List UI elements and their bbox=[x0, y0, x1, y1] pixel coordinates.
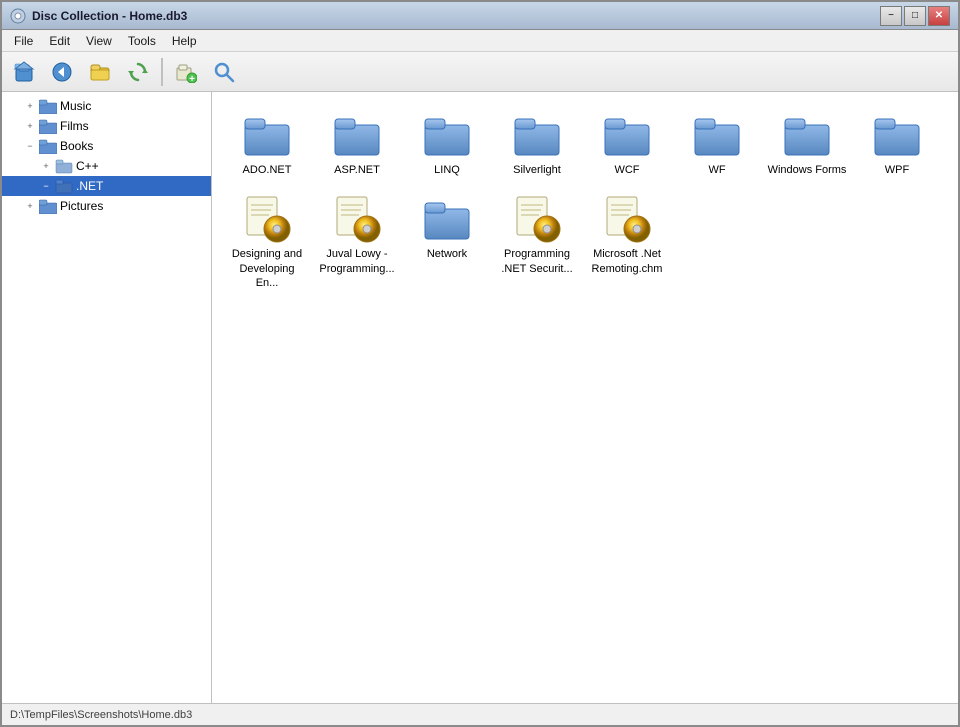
sidebar-item-films[interactable]: + Films bbox=[2, 116, 211, 136]
content-item-linq[interactable]: LINQ bbox=[402, 102, 492, 186]
maximize-button[interactable]: □ bbox=[904, 6, 926, 26]
network-icon bbox=[423, 195, 471, 243]
wf-icon bbox=[693, 111, 741, 159]
sidebar-books-label: Books bbox=[60, 139, 93, 153]
network-label: Network bbox=[427, 247, 467, 261]
window-title: Disc Collection - Home.db3 bbox=[32, 9, 880, 23]
content-item-wpf[interactable]: WPF bbox=[852, 102, 942, 186]
toolbar-back[interactable] bbox=[44, 56, 80, 88]
ado-net-label: ADO.NET bbox=[243, 163, 292, 177]
folder-open-icon bbox=[89, 61, 111, 83]
ado-net-icon bbox=[243, 111, 291, 159]
sidebar-films-label: Films bbox=[60, 119, 89, 133]
books-folder-icon bbox=[38, 138, 58, 154]
toolbar-separator bbox=[161, 58, 163, 86]
films-expander[interactable]: + bbox=[22, 118, 38, 134]
cpp-expander[interactable]: + bbox=[38, 158, 54, 174]
app-icon bbox=[10, 8, 26, 24]
back-icon bbox=[51, 61, 73, 83]
menu-view[interactable]: View bbox=[78, 32, 120, 50]
menu-edit[interactable]: Edit bbox=[41, 32, 78, 50]
sidebar-dotnet-label: .NET bbox=[76, 179, 103, 193]
toolbar-home[interactable] bbox=[6, 56, 42, 88]
sidebar-item-music[interactable]: + Music bbox=[2, 96, 211, 116]
status-bar: D:\TempFiles\Screenshots\Home.db3 bbox=[2, 703, 958, 725]
cpp-folder-icon bbox=[54, 158, 74, 174]
toolbar: + bbox=[2, 52, 958, 92]
add-icon: + bbox=[175, 61, 197, 83]
toolbar-add[interactable]: + bbox=[168, 56, 204, 88]
dotnet-folder-icon bbox=[54, 178, 74, 194]
sidebar-item-cpp[interactable]: + C++ bbox=[2, 156, 211, 176]
toolbar-folder[interactable] bbox=[82, 56, 118, 88]
content-item-designing[interactable]: Designing and Developing En... bbox=[222, 186, 312, 299]
music-expander[interactable]: + bbox=[22, 98, 38, 114]
films-folder-icon bbox=[38, 118, 58, 134]
sidebar-item-dotnet[interactable]: − .NET bbox=[2, 176, 211, 196]
sidebar-item-pictures[interactable]: + Pictures bbox=[2, 196, 211, 216]
juval-lowy-label: Juval Lowy - Programming... bbox=[317, 247, 397, 276]
linq-icon bbox=[423, 111, 471, 159]
search-icon bbox=[213, 61, 235, 83]
windows-forms-label: Windows Forms bbox=[768, 163, 847, 177]
menu-tools[interactable]: Tools bbox=[120, 32, 164, 50]
silverlight-icon bbox=[513, 111, 561, 159]
wf-label: WF bbox=[708, 163, 725, 177]
status-path: D:\TempFiles\Screenshots\Home.db3 bbox=[10, 709, 192, 721]
dotnet-expander[interactable]: − bbox=[38, 178, 54, 194]
content-item-ado-net[interactable]: ADO.NET bbox=[222, 102, 312, 186]
pictures-expander[interactable]: + bbox=[22, 198, 38, 214]
svg-text:+: + bbox=[189, 74, 195, 83]
books-expander[interactable]: − bbox=[22, 138, 38, 154]
menu-file[interactable]: File bbox=[6, 32, 41, 50]
wcf-icon bbox=[603, 111, 651, 159]
windows-forms-icon bbox=[783, 111, 831, 159]
wpf-icon bbox=[873, 111, 921, 159]
content-panel: ADO.NET bbox=[212, 92, 958, 703]
designing-icon bbox=[243, 195, 291, 243]
asp-net-label: ASP.NET bbox=[334, 163, 380, 177]
main-window: Disc Collection - Home.db3 − □ ✕ File Ed… bbox=[0, 0, 960, 727]
toolbar-refresh[interactable] bbox=[120, 56, 156, 88]
menu-bar: File Edit View Tools Help bbox=[2, 30, 958, 52]
content-item-network[interactable]: Network bbox=[402, 186, 492, 299]
ms-remoting-icon bbox=[603, 195, 651, 243]
window-controls: − □ ✕ bbox=[880, 6, 950, 26]
programming-net-label: Programming .NET Securit... bbox=[497, 247, 577, 276]
ms-remoting-label: Microsoft .Net Remoting.chm bbox=[587, 247, 667, 276]
wcf-label: WCF bbox=[614, 163, 639, 177]
music-folder-icon bbox=[38, 98, 58, 114]
content-item-wf[interactable]: WF bbox=[672, 102, 762, 186]
content-item-programming-net[interactable]: Programming .NET Securit... bbox=[492, 186, 582, 299]
content-item-silverlight[interactable]: Silverlight bbox=[492, 102, 582, 186]
content-item-asp-net[interactable]: ASP.NET bbox=[312, 102, 402, 186]
sidebar-item-books[interactable]: − Books bbox=[2, 136, 211, 156]
sidebar-music-label: Music bbox=[60, 99, 91, 113]
silverlight-label: Silverlight bbox=[513, 163, 561, 177]
toolbar-search[interactable] bbox=[206, 56, 242, 88]
menu-help[interactable]: Help bbox=[164, 32, 205, 50]
sidebar-cpp-label: C++ bbox=[76, 159, 99, 173]
home-icon bbox=[13, 61, 35, 83]
title-bar: Disc Collection - Home.db3 − □ ✕ bbox=[2, 2, 958, 30]
pictures-folder-icon bbox=[38, 198, 58, 214]
wpf-label: WPF bbox=[885, 163, 909, 177]
asp-net-icon bbox=[333, 111, 381, 159]
minimize-button[interactable]: − bbox=[880, 6, 902, 26]
main-area: + Music + Films bbox=[2, 92, 958, 703]
close-button[interactable]: ✕ bbox=[928, 6, 950, 26]
juval-lowy-icon bbox=[333, 195, 381, 243]
content-item-ms-remoting[interactable]: Microsoft .Net Remoting.chm bbox=[582, 186, 672, 299]
sidebar-pictures-label: Pictures bbox=[60, 199, 103, 213]
linq-label: LINQ bbox=[434, 163, 460, 177]
content-item-windows-forms[interactable]: Windows Forms bbox=[762, 102, 852, 186]
content-item-wcf[interactable]: WCF bbox=[582, 102, 672, 186]
designing-label: Designing and Developing En... bbox=[227, 247, 307, 290]
refresh-icon bbox=[127, 61, 149, 83]
content-item-juval-lowy[interactable]: Juval Lowy - Programming... bbox=[312, 186, 402, 299]
sidebar: + Music + Films bbox=[2, 92, 212, 703]
programming-net-icon bbox=[513, 195, 561, 243]
